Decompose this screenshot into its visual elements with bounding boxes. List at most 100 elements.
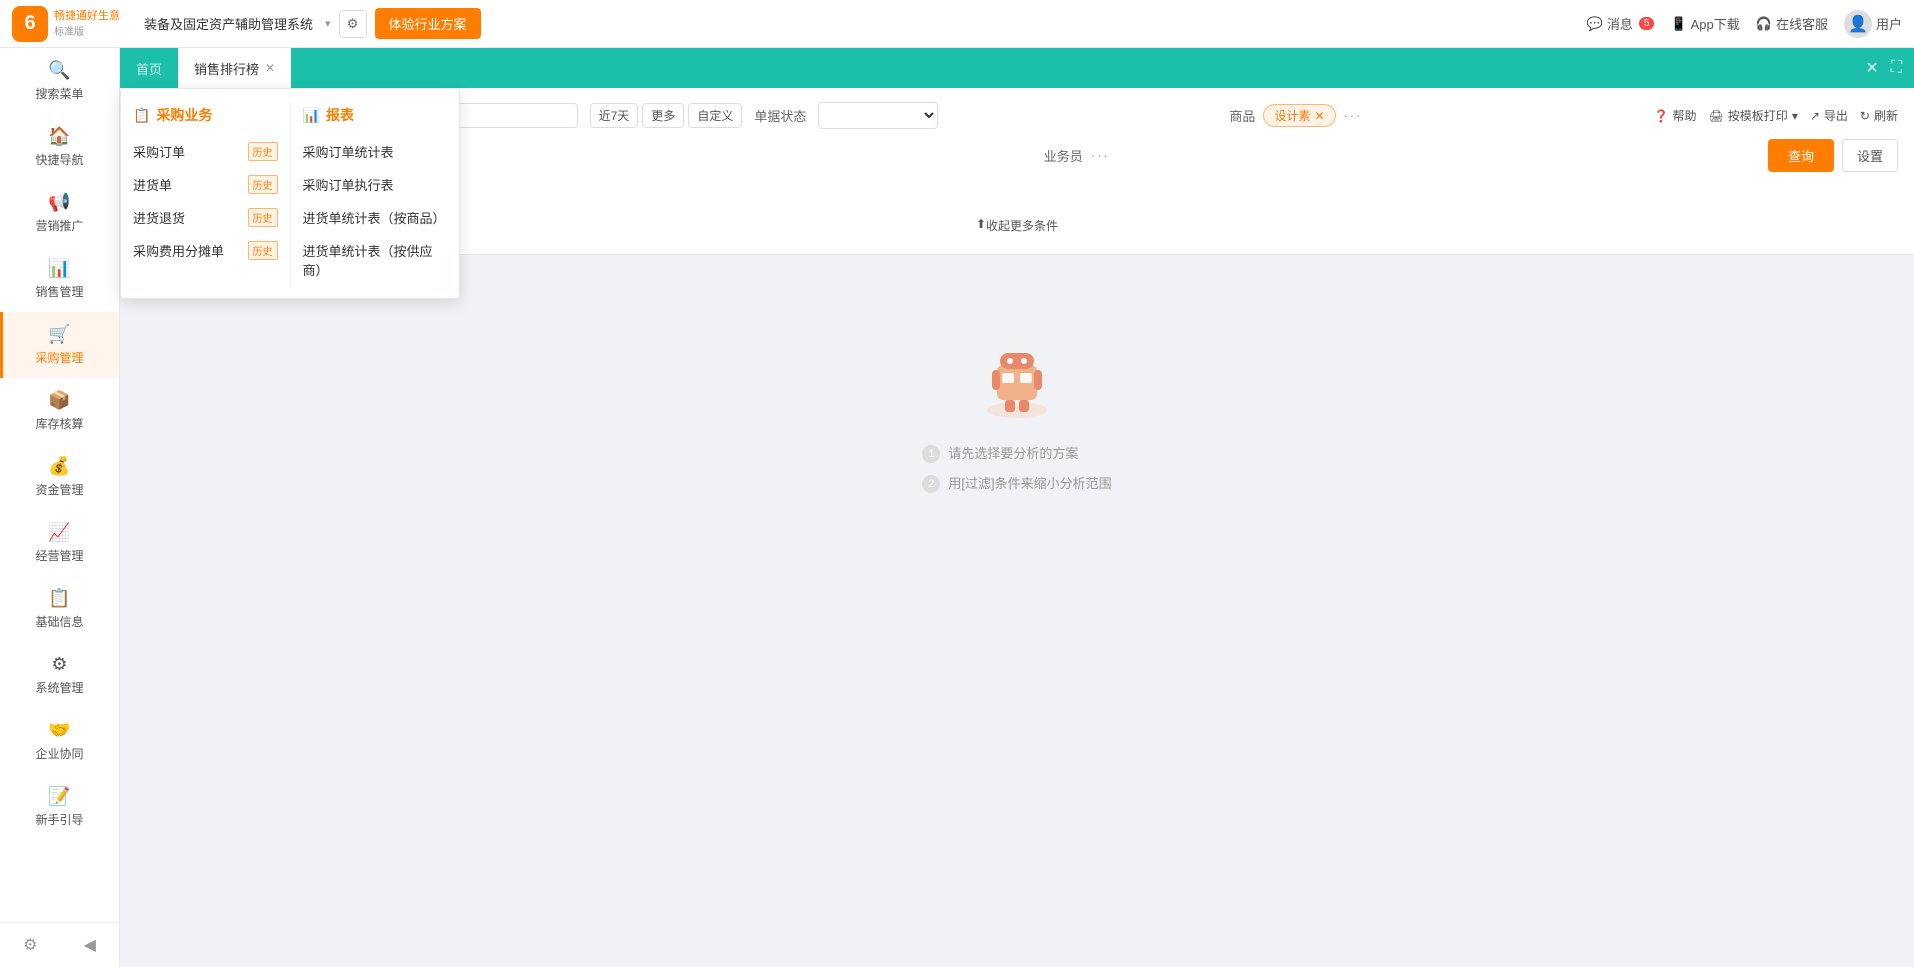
popup-item-order-exec[interactable]: 采购订单执行表 — [303, 168, 448, 201]
sidebar-item-company[interactable]: 🤝 企业协同 — [0, 708, 119, 774]
tab-sales-rank[interactable]: 销售排行榜 ✕ — [178, 48, 291, 88]
industry-button[interactable]: 体验行业方案 — [375, 8, 481, 39]
status-label: 单据状态 — [754, 106, 806, 125]
sidebar-item-guide[interactable]: 📝 新手引导 — [0, 774, 119, 840]
top-right: 💬 消息 5 📱 App下载 🎧 在线客服 👤 用户 — [1587, 10, 1902, 38]
inbound-return-label: 进货退货 — [133, 208, 185, 227]
goods-tag-close[interactable]: ✕ — [1314, 109, 1324, 123]
sidebar-item-purchase[interactable]: 🛒 采购管理 — [0, 312, 119, 378]
close-window-btn[interactable]: ✕ — [1861, 58, 1882, 78]
step-2-text: 用[过滤]条件来缩小分析范围 — [948, 471, 1111, 497]
inventory-icon: 📦 — [48, 390, 70, 411]
right-actions: ❓ 帮助 🖨 按模板打印 ▾ ↗ 导出 ↻ 刷新 — [1654, 107, 1898, 124]
step-num-2: 2 — [922, 475, 940, 493]
refresh-label: 刷新 — [1874, 107, 1898, 124]
purchase-order-label: 采购订单 — [133, 142, 185, 161]
goods-tag-text: 设计素 — [1274, 107, 1310, 124]
logo-icon: 6 — [12, 6, 48, 42]
order-stats-label: 采购订单统计表 — [303, 142, 394, 161]
print-btn[interactable]: 🖨 按模板打印 ▾ — [1709, 107, 1798, 124]
empty-state: 1 请先选择要分析的方案 2 用[过滤]条件来缩小分析范围 — [120, 255, 1914, 581]
sidebar-label-guide: 新手引导 — [35, 811, 83, 828]
print-icon: 🖨 — [1709, 109, 1724, 123]
purchase-order-history: 历史 — [248, 142, 278, 161]
popup-section-title-business: 📋 采购业务 — [133, 101, 278, 135]
inbound-history: 历史 — [248, 175, 278, 194]
tab-close-icon[interactable]: ✕ — [265, 61, 275, 75]
popup-item-purchase-expense[interactable]: 采购费用分摊单 历史 — [133, 234, 278, 267]
message-btn[interactable]: 💬 消息 5 — [1587, 14, 1655, 33]
tab-bar-right: ✕ ⛶ — [1861, 58, 1914, 78]
export-btn[interactable]: ↗ 导出 — [1810, 107, 1848, 124]
sidebar-label-sales: 销售管理 — [35, 283, 83, 300]
business-popup-title: 采购业务 — [156, 105, 212, 125]
empty-text: 1 请先选择要分析的方案 2 用[过滤]条件来缩小分析范围 — [922, 441, 1111, 501]
purchase-icon: 🛒 — [48, 324, 70, 345]
inbound-stats-supplier-label: 进货单统计表（按供应商） — [303, 241, 448, 279]
sidebar-item-operation[interactable]: 📈 经营管理 — [0, 510, 119, 576]
sidebar-label-system: 系统管理 — [35, 679, 83, 696]
purchase-dropdown-popup: 📋 采购业务 采购订单 历史 进货单 历史 进货退货 历史 采购费用分摊单 历史… — [120, 88, 460, 299]
popup-item-order-stats[interactable]: 采购订单统计表 — [303, 135, 448, 168]
system-title: 装备及固定资产辅助管理系统 — [144, 14, 313, 33]
sidebar-label-inventory: 库存核算 — [35, 415, 83, 432]
popup-section-title-reports: 📊 报表 — [303, 101, 448, 135]
sidebar-label-purchase: 采购管理 — [35, 349, 83, 366]
user-btn[interactable]: 👤 用户 — [1844, 10, 1902, 38]
query-button[interactable]: 查询 — [1768, 139, 1834, 172]
sidebar-label-quick: 快捷导航 — [35, 151, 83, 168]
salesman-label: 业务员 — [1044, 146, 1083, 165]
sidebar-item-marketing[interactable]: 📢 营销推广 — [0, 180, 119, 246]
setting-button[interactable]: 设置 — [1842, 139, 1898, 172]
system-dropdown-arrow[interactable]: ▾ — [325, 17, 331, 30]
sidebar-label-marketing: 营销推广 — [35, 217, 83, 234]
inbound-label: 进货单 — [133, 175, 172, 194]
tab-home[interactable]: 首页 — [120, 48, 178, 88]
goods-tag: 设计素 ✕ — [1263, 104, 1335, 127]
marketing-icon: 📢 — [48, 192, 70, 213]
goods-more-btn[interactable]: ··· — [1344, 108, 1363, 123]
app-download-btn[interactable]: 📱 App下载 — [1670, 14, 1739, 33]
reports-popup-icon: 📊 — [303, 107, 320, 124]
sidebar-item-sales[interactable]: 📊 销售管理 — [0, 246, 119, 312]
sidebar-item-system[interactable]: ⚙ 系统管理 — [0, 642, 119, 708]
top-nav: 装备及固定资产辅助管理系统 ▾ ⚙ 体验行业方案 — [132, 8, 1587, 39]
print-arrow: ▾ — [1792, 109, 1798, 123]
popup-item-purchase-order[interactable]: 采购订单 历史 — [133, 135, 278, 168]
headset-icon: 🎧 — [1756, 16, 1772, 32]
online-service-btn[interactable]: 🎧 在线客服 — [1756, 14, 1828, 33]
purchase-expense-label: 采购费用分摊单 — [133, 241, 224, 260]
btn-7days[interactable]: 近7天 — [590, 103, 639, 128]
btn-more-dates[interactable]: 更多 — [642, 103, 684, 128]
step-1-text: 请先选择要分析的方案 — [948, 441, 1078, 467]
sidebar: 🔍 搜索菜单 🏠 快捷导航 📢 营销推广 📊 销售管理 🛒 采购管理 📦 库存核… — [0, 48, 120, 967]
popup-item-inbound-return[interactable]: 进货退货 历史 — [133, 201, 278, 234]
maximize-btn[interactable]: ⛶ — [1887, 59, 1906, 77]
help-btn[interactable]: ❓ 帮助 — [1654, 107, 1697, 124]
popup-item-inbound-stats-supplier[interactable]: 进货单统计表（按供应商） — [303, 234, 448, 286]
popup-item-inbound-stats-goods[interactable]: 进货单统计表（按商品） — [303, 201, 448, 234]
sales-icon: 📊 — [48, 258, 70, 279]
status-select[interactable] — [818, 102, 938, 129]
operation-icon: 📈 — [48, 522, 70, 543]
sidebar-item-quick[interactable]: 🏠 快捷导航 — [0, 114, 119, 180]
help-label: 帮助 — [1673, 107, 1697, 124]
logo-sub: 标准版 — [54, 23, 120, 38]
sidebar-item-finance[interactable]: 💰 资金管理 — [0, 444, 119, 510]
sidebar-item-inventory[interactable]: 📦 库存核算 — [0, 378, 119, 444]
refresh-btn[interactable]: ↻ 刷新 — [1860, 107, 1898, 124]
settings-bottom-btn[interactable]: ⚙ — [15, 931, 45, 959]
sidebar-label-operation: 经营管理 — [35, 547, 83, 564]
company-icon: 🤝 — [48, 720, 70, 741]
sidebar-item-basic[interactable]: 📋 基础信息 — [0, 576, 119, 642]
collapse-sidebar-btn[interactable]: ◀ — [76, 931, 104, 959]
step-num-1: 1 — [922, 445, 940, 463]
sidebar-item-search[interactable]: 🔍 搜索菜单 — [0, 48, 119, 114]
tab-home-label: 首页 — [136, 59, 162, 78]
salesman-more-btn[interactable]: ··· — [1091, 148, 1110, 163]
gear-button[interactable]: ⚙ — [339, 10, 367, 38]
popup-item-inbound[interactable]: 进货单 历史 — [133, 168, 278, 201]
export-icon: ↗ — [1810, 109, 1820, 123]
btn-custom-date[interactable]: 自定义 — [688, 103, 742, 128]
sidebar-label-basic: 基础信息 — [35, 613, 83, 630]
